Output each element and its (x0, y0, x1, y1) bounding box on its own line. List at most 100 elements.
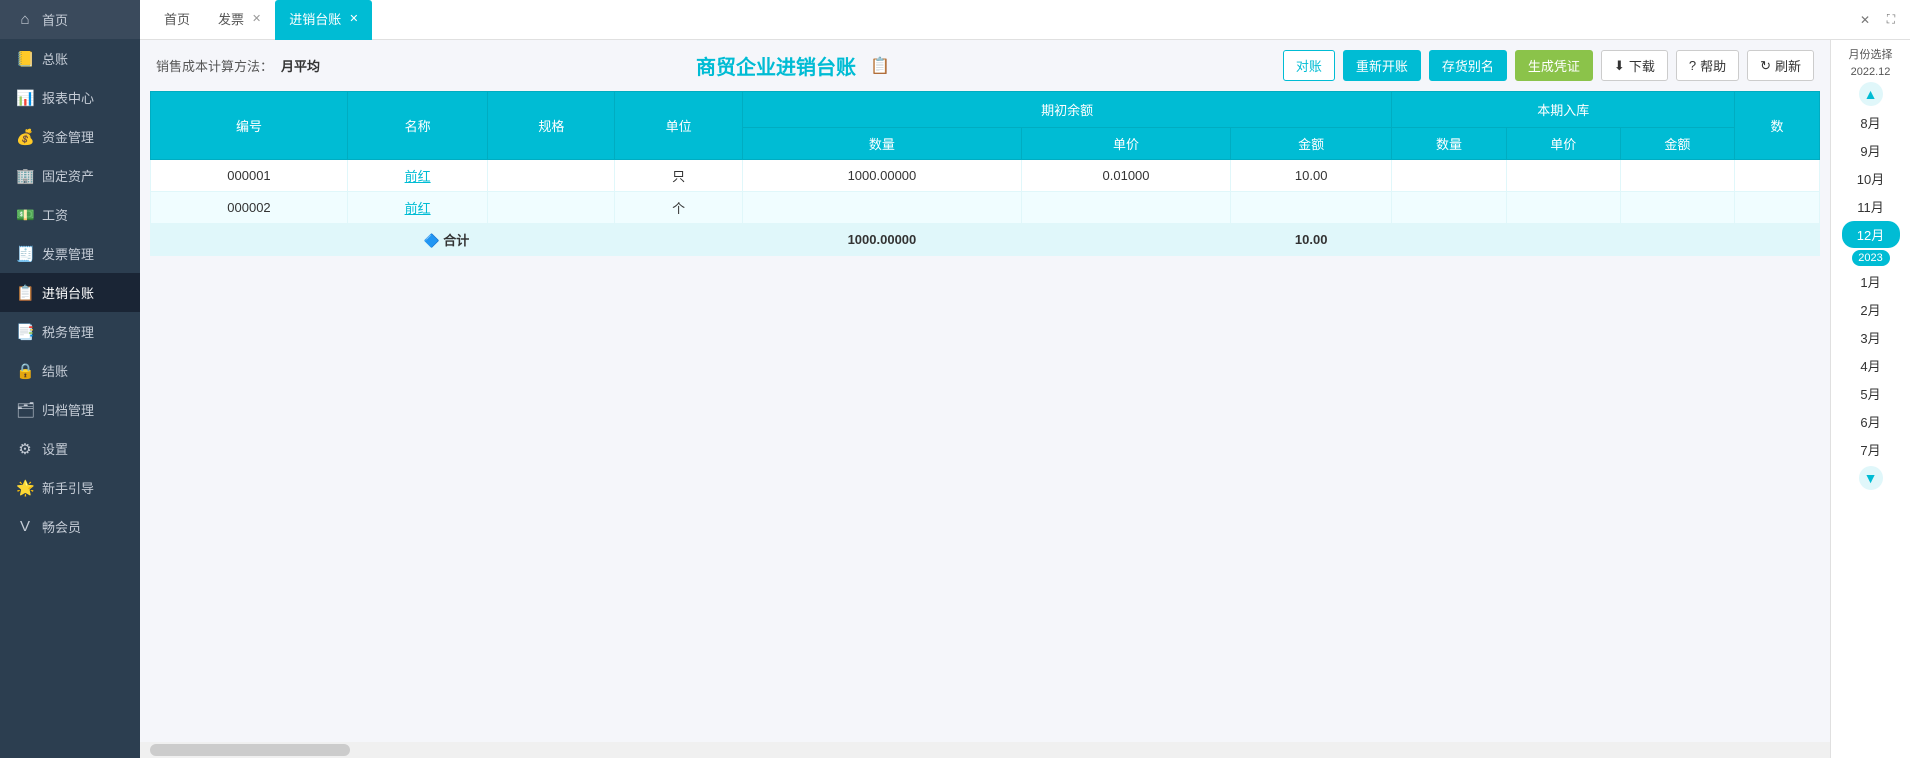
help-button[interactable]: ? 帮助 (1676, 50, 1739, 81)
sidebar-item-stock[interactable]: 📋进销台账 (0, 273, 140, 312)
sidebar-item-funds[interactable]: 💰 资金管理 (0, 117, 140, 156)
month-panel-title: 月份选择 (1849, 46, 1893, 62)
tab-close-invoice-tab[interactable]: ✕ (252, 12, 261, 25)
sidebar-label: 新手引导 (42, 478, 94, 497)
refresh-button[interactable]: ↻ 刷新 (1747, 50, 1814, 81)
funds-icon: 💰 (16, 128, 34, 146)
month-item-2023-4月[interactable]: 4月 (1842, 352, 1900, 379)
sidebar-item-assets[interactable]: 🏢固定资产 (0, 156, 140, 195)
sidebar-item-guide[interactable]: 🌟 新手引导 (0, 468, 140, 507)
toolbar-right: 对账 重新开账 存货别名 生成凭证 ⬇ 下载 ? 帮助 ↻ 刷新 (1283, 50, 1814, 81)
month-item-2023-2月[interactable]: 2月 (1842, 296, 1900, 323)
cell-opening-amount (1230, 192, 1392, 224)
refresh-icon: ↻ (1760, 58, 1771, 74)
col-opening-amount: 金额 (1230, 128, 1392, 160)
month-item-2022-11月[interactable]: 11月 (1842, 193, 1900, 220)
page-title: 商贸企业进销台账 (696, 51, 856, 80)
sidebar-label: 税务管理 (42, 322, 94, 341)
sidebar-label: 首页 (42, 10, 68, 29)
month-item-2022-8月[interactable]: 8月 (1842, 109, 1900, 136)
sidebar-item-settings[interactable]: ⚙设置 (0, 429, 140, 468)
sidebar-label: 畅会员 (42, 517, 81, 536)
sidebar-item-archive[interactable]: 🗂归档管理 (0, 390, 140, 429)
month-item-2022-12月[interactable]: 12月 (1842, 221, 1900, 248)
tab-close-stock-tab[interactable]: ✕ (349, 12, 358, 25)
sidebar-item-member[interactable]: V 畅会员 (0, 507, 140, 546)
cell-in-amount (1620, 160, 1734, 192)
scrollbar-row[interactable] (140, 742, 1830, 758)
month-nav-up[interactable]: ▲ (1859, 82, 1883, 106)
sidebar-item-report[interactable]: 📊报表中心 (0, 78, 140, 117)
generate-voucher-button[interactable]: 生成凭证 (1515, 50, 1593, 81)
home-icon: ⌂ (16, 11, 34, 28)
sidebar-item-tax[interactable]: 📑税务管理 (0, 312, 140, 351)
cost-method-value: 月平均 (281, 56, 320, 75)
cell-opening-qty (742, 192, 1021, 224)
sidebar-item-salary[interactable]: 💵 工资 (0, 195, 140, 234)
tab-bar: 首页发票 ✕ 进销台账 ✕ ✕ ⛶ (140, 0, 1910, 40)
cell-opening-price: 0.01000 (1022, 160, 1231, 192)
sidebar-item-ledger[interactable]: 📒总账 (0, 39, 140, 78)
main-area: 首页发票 ✕ 进销台账 ✕ ✕ ⛶ 销售成本计算方法： 月平均 商贸企业进销台账 📋 … (140, 0, 1910, 758)
total-opening-price (1022, 224, 1231, 256)
scrollbar-thumb[interactable] (150, 744, 350, 756)
cell-opening-amount: 10.00 (1230, 160, 1392, 192)
download-button[interactable]: ⬇ 下载 (1601, 50, 1668, 81)
tab-label: 发票 (218, 9, 244, 28)
total-extra (1735, 224, 1820, 256)
total-label: 🔷 合计 (151, 224, 743, 256)
invoice-mgmt-icon: 🧾 (16, 245, 34, 263)
sidebar-label: 资金管理 (42, 127, 94, 146)
cell-extra (1735, 192, 1820, 224)
reopen-button[interactable]: 重新开账 (1343, 50, 1421, 81)
tab-invoice-tab[interactable]: 发票 ✕ (204, 0, 275, 40)
maximize-window-button[interactable]: ⛶ (1882, 11, 1900, 29)
table-row: 000002 前红 个 (151, 192, 1820, 224)
salary-icon: 💵 (16, 206, 34, 224)
col-opening-balance: 期初余额 (742, 92, 1392, 128)
close-window-button[interactable]: ✕ (1856, 11, 1874, 29)
cell-in-qty (1392, 160, 1506, 192)
cell-in-price (1506, 160, 1620, 192)
month-nav-down[interactable]: ▼ (1859, 466, 1883, 490)
guide-icon: 🌟 (16, 479, 34, 497)
months-2022-container: 8月9月10月11月12月 (1842, 108, 1900, 249)
month-panel: 月份选择 2022.12 ▲ 8月9月10月11月12月 2023 1月2月3月… (1830, 40, 1910, 758)
col-opening-price: 单价 (1022, 128, 1231, 160)
month-item-2022-9月[interactable]: 9月 (1842, 137, 1900, 164)
member-icon: V (16, 518, 34, 535)
sidebar-label: 归档管理 (42, 400, 94, 419)
save-alias-button[interactable]: 存货别名 (1429, 50, 1507, 81)
month-item-2023-6月[interactable]: 6月 (1842, 408, 1900, 435)
month-item-2023-7月[interactable]: 7月 (1842, 436, 1900, 463)
settings-icon: ⚙ (16, 440, 34, 458)
main-content: 销售成本计算方法： 月平均 商贸企业进销台账 📋 对账 重新开账 存货别名 生成… (140, 40, 1830, 758)
sidebar-label: 总账 (42, 49, 68, 68)
sidebar-item-close[interactable]: 🔒结账 (0, 351, 140, 390)
sidebar-label: 工资 (42, 205, 68, 224)
sidebar-item-home[interactable]: ⌂ 首页 (0, 0, 140, 39)
cell-in-amount (1620, 192, 1734, 224)
tab-label: 进销台账 (289, 9, 341, 28)
sidebar-label: 进销台账 (42, 283, 94, 302)
col-unit: 单位 (615, 92, 742, 160)
total-in-amount (1620, 224, 1734, 256)
cell-extra (1735, 160, 1820, 192)
month-item-2022-10月[interactable]: 10月 (1842, 165, 1900, 192)
report-icon: 📊 (16, 89, 34, 107)
month-item-2023-5月[interactable]: 5月 (1842, 380, 1900, 407)
tab-home-tab[interactable]: 首页 (150, 0, 204, 40)
month-item-2023-3月[interactable]: 3月 (1842, 324, 1900, 351)
month-panel-year-2022: 2022.12 (1851, 66, 1891, 78)
sidebar-item-invoice-mgmt[interactable]: 🧾 发票管理 (0, 234, 140, 273)
table-row: 000001 前红 只 1000.00000 0.01000 10.00 (151, 160, 1820, 192)
sidebar-label: 发票管理 (42, 244, 94, 263)
cell-in-qty (1392, 192, 1506, 224)
reconcile-button[interactable]: 对账 (1283, 50, 1335, 81)
month-item-2023-1月[interactable]: 1月 (1842, 268, 1900, 295)
col-name: 名称 (347, 92, 487, 160)
assets-icon: 🏢 (16, 167, 34, 185)
tab-stock-tab[interactable]: 进销台账 ✕ (275, 0, 372, 40)
months-2023-container: 1月2月3月4月5月6月7月 (1842, 267, 1900, 464)
cell-code: 000002 (151, 192, 348, 224)
